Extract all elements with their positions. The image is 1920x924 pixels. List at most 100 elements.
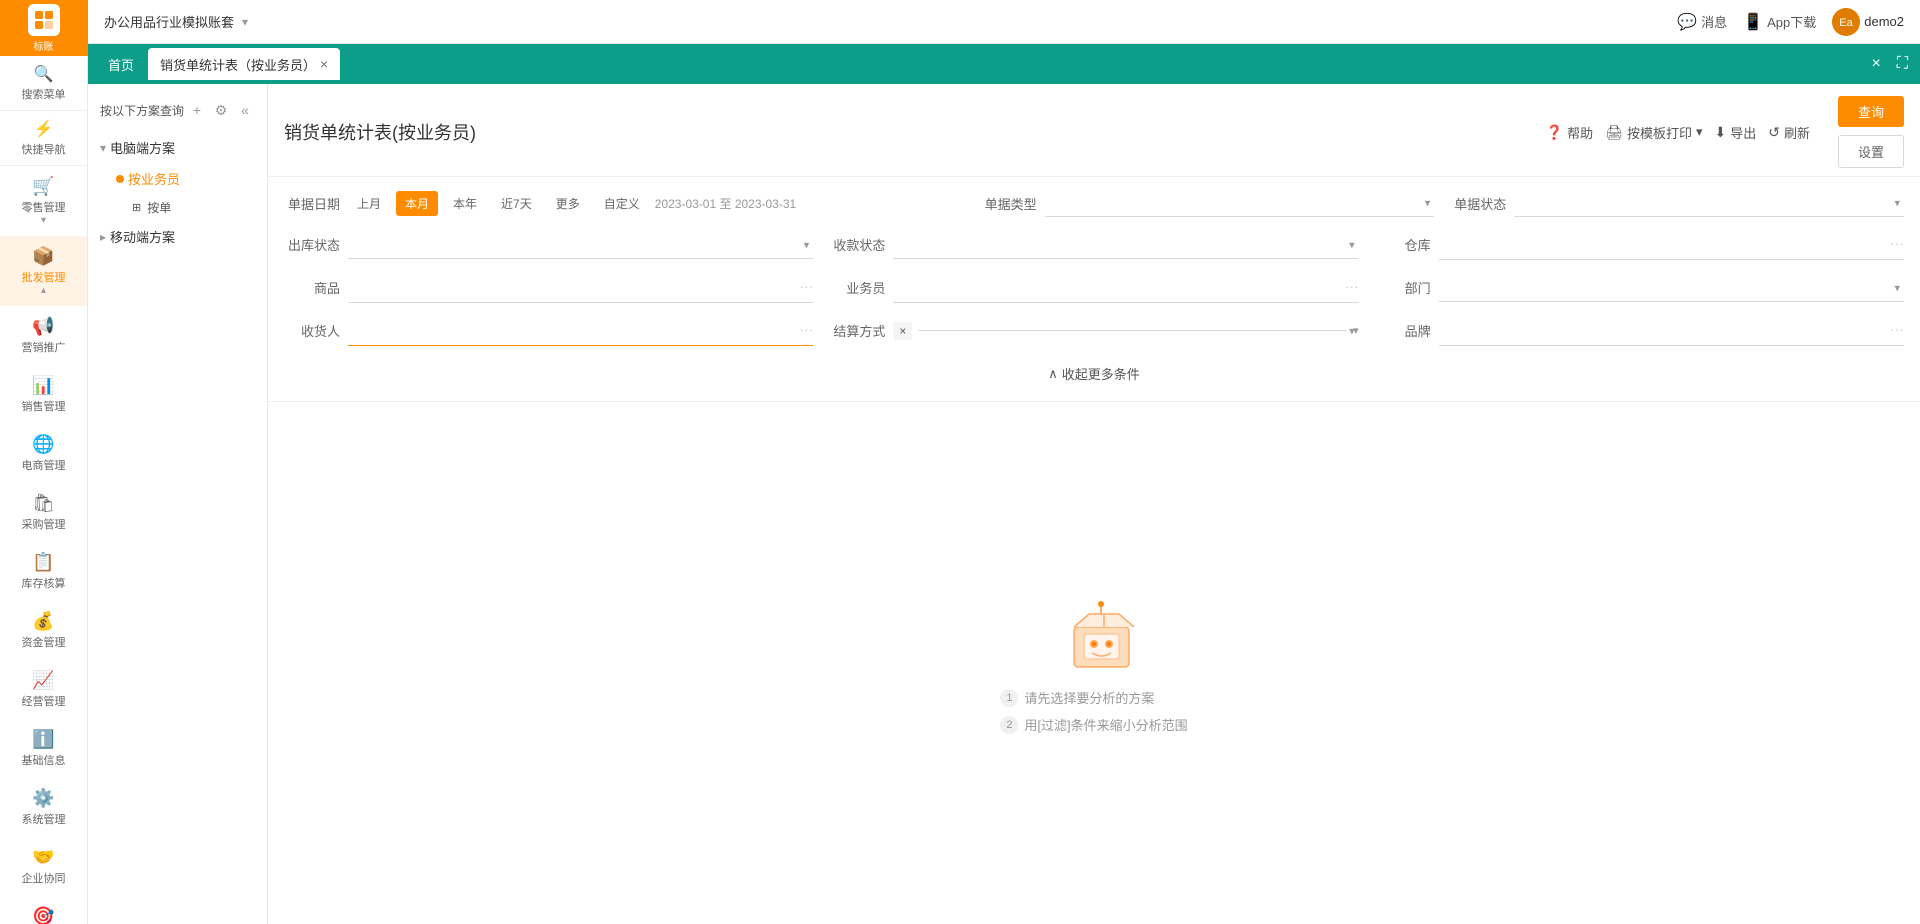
sidebar-shortcut[interactable]: ⚡ 快捷导航 (0, 111, 87, 166)
sidebar-item-marketing[interactable]: 📢 营销推广 (0, 306, 87, 365)
date-btn-this-year[interactable]: 本年 (444, 191, 486, 216)
doc-type-select[interactable] (1045, 189, 1435, 217)
filter-row-3: 商品 ··· 业务员 ··· 部门 (284, 272, 1904, 303)
staff-input[interactable] (893, 272, 1344, 300)
print-icon: 🖨 (1605, 124, 1623, 141)
sidebar-item-label-basic: 基础信息 (22, 752, 66, 768)
tab-close-all-btn[interactable]: × (1867, 51, 1884, 77)
sidebar-search[interactable]: 🔍 搜索菜单 (0, 56, 87, 111)
sidebar-item-wholesale[interactable]: 📦 批发管理 ▴ (0, 236, 87, 306)
tab-close-icon[interactable]: × (320, 56, 328, 72)
tree-section: ▾ 电脑端方案 按业务员 ⊞ 按单 ▸ (88, 128, 267, 256)
app-download-action[interactable]: 📱 App下载 (1743, 12, 1816, 32)
collapse-btn[interactable]: ∧ 收起更多条件 (284, 358, 1904, 389)
tree-subitem-by-doc[interactable]: ⊞ 按单 (120, 194, 267, 221)
help-action[interactable]: ❓ 帮助 (1546, 123, 1593, 142)
staff-dots-icon[interactable]: ··· (1345, 278, 1359, 294)
export-icon: ⬇ (1714, 124, 1726, 141)
sidebar-item-ecom[interactable]: 🌐 电商管理 (0, 424, 87, 483)
sidebar-item-purchase[interactable]: 🛍 采购管理 (0, 483, 87, 542)
header-left: 办公用品行业模拟账套 ▾ (104, 12, 248, 31)
print-arrow-icon[interactable]: ▾ (1696, 124, 1703, 140)
date-btn-7days[interactable]: 近7天 (492, 191, 541, 216)
tip-text-2: 用[过滤]条件来缩小分析范围 (1024, 715, 1187, 734)
dept-select[interactable] (1439, 274, 1904, 302)
sidebar-item-system[interactable]: ⚙️ 系统管理 (0, 778, 87, 837)
payment-select[interactable] (893, 231, 1358, 259)
export-action[interactable]: ⬇ 导出 (1714, 123, 1756, 142)
settings-scheme-btn[interactable]: ⚙ (211, 100, 231, 120)
tree-children: 按业务员 ⊞ 按单 (88, 163, 267, 221)
sidebar-item-inventory[interactable]: 📋 库存核算 (0, 542, 87, 601)
brand-input[interactable] (1439, 315, 1890, 343)
tip-num-2: 2 (1000, 716, 1018, 734)
tab-home[interactable]: 首页 (96, 48, 146, 80)
date-btn-this-month[interactable]: 本月 (396, 191, 438, 216)
date-btn-more[interactable]: 更多 (547, 191, 589, 216)
tab-expand-btn[interactable]: ⛶ (1893, 51, 1912, 77)
header-dropdown-icon[interactable]: ▾ (242, 15, 248, 29)
sidebar-item-retail[interactable]: 🛒 零售管理 ▾ (0, 166, 87, 236)
settings-button[interactable]: 设置 (1838, 135, 1904, 168)
empty-tip-1: 1 请先选择要分析的方案 (1000, 688, 1187, 707)
sidebar-logo[interactable]: 标账 (0, 0, 88, 56)
user-avatar: Ea (1832, 8, 1860, 36)
svg-text:Ea: Ea (1840, 17, 1854, 29)
marketing-icon: 📢 (32, 316, 54, 337)
print-action[interactable]: 🖨 按模板打印 ▾ (1605, 123, 1702, 142)
brand-dots-icon[interactable]: ··· (1890, 321, 1904, 337)
recipient-input[interactable] (348, 315, 799, 343)
filter-row-4: 收货人 ··· 结算方式 × ▾ (284, 315, 1904, 346)
tree-desktop-section[interactable]: ▾ 电脑端方案 (88, 132, 267, 163)
tree-subitem-label: 按单 (147, 199, 171, 216)
empty-tip-2: 2 用[过滤]条件来缩小分析范围 (1000, 715, 1187, 734)
sidebar-shortcut-label: 快捷导航 (22, 141, 66, 157)
sidebar-item-label-system: 系统管理 (22, 811, 66, 827)
left-panel: 按以下方案查询 + ⚙ « ▾ 电脑端方案 按业务员 (88, 84, 268, 924)
sidebar-item-label-mgmt: 经营管理 (22, 693, 66, 709)
goods-input[interactable] (348, 272, 799, 300)
system-icon: ⚙️ (32, 788, 54, 809)
wholesale-icon: 📦 (32, 246, 54, 267)
sidebar-item-label-finance: 资金管理 (22, 634, 66, 650)
date-btn-last-month[interactable]: 上月 (348, 191, 390, 216)
doc-status-select[interactable] (1514, 189, 1904, 217)
settlement-dropdown-icon[interactable]: ▾ (1353, 324, 1359, 337)
sidebar-item-sales[interactable]: 📊 销售管理 (0, 365, 87, 424)
add-scheme-btn[interactable]: + (187, 100, 207, 120)
filter-doc-type: 单据类型 (981, 189, 1435, 217)
filter-warehouse: 仓库 ··· (1375, 229, 1904, 260)
collapse-panel-btn[interactable]: « (235, 100, 255, 120)
main-content: 办公用品行业模拟账套 ▾ 💬 消息 📱 App下载 Ea demo2 (88, 0, 1920, 924)
tree-mobile-section[interactable]: ▸ 移动端方案 (88, 221, 267, 252)
right-panel: 销货单统计表(按业务员) ❓ 帮助 🖨 按模板打印 ▾ ⬇ 导出 (268, 84, 1920, 924)
tab-sales-stat[interactable]: 销货单统计表（按业务员） × (148, 48, 340, 80)
warehouse-dots-icon[interactable]: ··· (1890, 235, 1904, 251)
settlement-tag-clear-btn[interactable]: × (899, 324, 906, 338)
recipient-dots-icon[interactable]: ··· (799, 321, 813, 337)
sidebar-item-basic[interactable]: ℹ️ 基础信息 (0, 719, 87, 778)
settlement-select-wrapper: × ▾ (893, 322, 1358, 340)
sidebar-item-guide[interactable]: 🎯 新手引导 (0, 896, 87, 924)
warehouse-input[interactable] (1439, 229, 1890, 257)
brand-label: 品牌 (1375, 321, 1431, 340)
query-button[interactable]: 查询 (1838, 96, 1904, 127)
tree-item-by-staff[interactable]: 按业务员 (104, 163, 267, 194)
messages-action[interactable]: 💬 消息 (1677, 12, 1727, 32)
export-label: 导出 (1730, 123, 1756, 142)
sidebar: 标账 🔍 搜索菜单 ⚡ 快捷导航 🛒 零售管理 ▾ 📦 批发管理 ▴ 📢 营销推… (0, 0, 88, 924)
sidebar-item-finance[interactable]: 💰 资金管理 (0, 601, 87, 660)
shipment-select[interactable] (348, 231, 813, 259)
date-btn-custom[interactable]: 自定义 (595, 191, 649, 216)
sidebar-item-mgmt[interactable]: 📈 经营管理 (0, 660, 87, 719)
collab-icon: 🤝 (32, 847, 54, 868)
sidebar-item-collab[interactable]: 🤝 企业协同 (0, 837, 87, 896)
refresh-action[interactable]: ↺ 刷新 (1768, 123, 1810, 142)
filter-settlement: 结算方式 × ▾ (829, 321, 1358, 340)
user-profile-action[interactable]: Ea demo2 (1832, 8, 1904, 36)
goods-dots-icon[interactable]: ··· (799, 278, 813, 294)
brand-control: ··· (1439, 315, 1904, 346)
help-label: 帮助 (1567, 123, 1593, 142)
filter-row-1: 单据日期 上月 本月 本年 近7天 更多 自定义 2023-03-01 至 20… (284, 189, 1904, 217)
filter-row-2: 出库状态 收款状态 (284, 229, 1904, 260)
